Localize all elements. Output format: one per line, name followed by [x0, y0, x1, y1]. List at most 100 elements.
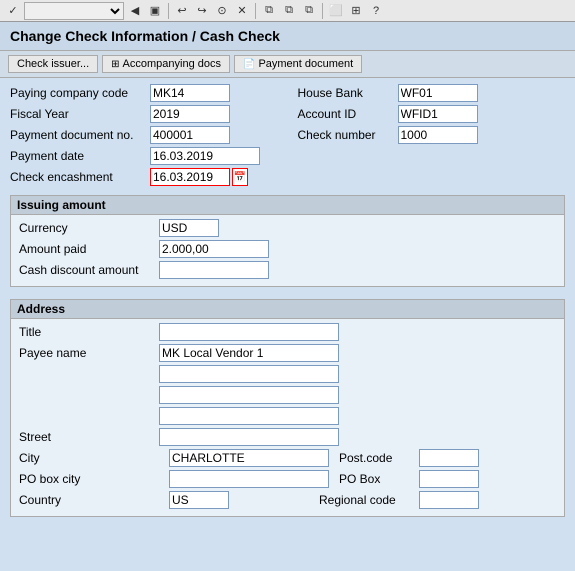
house-bank-row: House Bank [298, 84, 566, 102]
paste-icon[interactable]: ⧉ [280, 2, 298, 20]
accompanying-docs-button[interactable]: ⊞ Accompanying docs [102, 55, 230, 73]
right-form: House Bank Account ID Check number [298, 84, 566, 189]
check-encashment-label: Check encashment [10, 170, 150, 184]
page-title: Change Check Information / Cash Check [0, 22, 575, 51]
check-number-row: Check number [298, 126, 566, 144]
postcode-input[interactable] [419, 449, 479, 467]
cash-discount-input[interactable] [159, 261, 269, 279]
payee-line2-input[interactable] [159, 365, 339, 383]
main-content: Paying company code Fiscal Year Payment … [0, 78, 575, 523]
back-icon[interactable]: ◀ [126, 2, 144, 20]
country-input[interactable] [169, 491, 229, 509]
accompanying-docs-label: Accompanying docs [123, 58, 221, 70]
city-input[interactable] [169, 449, 329, 467]
payment-document-label: Payment document [258, 58, 353, 70]
issuing-amount-title: Issuing amount [11, 196, 564, 215]
payee-line2-row [19, 365, 556, 383]
address-content: Title Payee name Street [11, 319, 564, 516]
pobox-input[interactable] [419, 470, 479, 488]
address-title: Address [11, 300, 564, 319]
country-row: Country Regional code [19, 491, 556, 509]
redo-icon[interactable]: ↪ [193, 2, 211, 20]
payment-date-input[interactable] [150, 147, 260, 165]
help-icon[interactable]: ? [367, 2, 385, 20]
separator2 [255, 3, 256, 19]
account-id-label: Account ID [298, 107, 398, 121]
checkmark-icon[interactable]: ✓ [4, 2, 22, 20]
check-encashment-input[interactable] [150, 168, 230, 186]
check-encashment-row: Check encashment 📅 [10, 168, 278, 186]
check-issuer-button[interactable]: Check issuer... [8, 55, 98, 73]
print-icon[interactable]: ⬜ [327, 2, 345, 20]
payment-doc-no-label: Payment document no. [10, 128, 150, 142]
check-number-label: Check number [298, 128, 398, 142]
account-id-input[interactable] [398, 105, 478, 123]
dropdown-select[interactable] [24, 2, 124, 20]
payment-doc-no-input[interactable] [150, 126, 230, 144]
pobox-city-input[interactable] [169, 470, 329, 488]
amount-paid-row: Amount paid [19, 240, 556, 258]
fiscal-year-input[interactable] [150, 105, 230, 123]
check-issuer-label: Check issuer... [17, 58, 89, 70]
payee-name-input[interactable] [159, 344, 339, 362]
x-icon[interactable]: ✕ [233, 2, 251, 20]
button-bar: Check issuer... ⊞ Accompanying docs 📄 Pa… [0, 51, 575, 78]
payment-document-button[interactable]: 📄 Payment document [234, 55, 362, 73]
street-input[interactable] [159, 428, 339, 446]
payment-doc-no-row: Payment document no. [10, 126, 278, 144]
payee-name-row: Payee name [19, 344, 556, 362]
fiscal-year-label: Fiscal Year [10, 107, 150, 121]
top-form: Paying company code Fiscal Year Payment … [10, 84, 565, 189]
payee-name-label: Payee name [19, 346, 159, 360]
grid-icon[interactable]: ⊞ [347, 2, 365, 20]
title-field-label: Title [19, 325, 159, 339]
address-section: Address Title Payee name [10, 299, 565, 517]
check-number-input[interactable] [398, 126, 478, 144]
issuing-amount-content: Currency Amount paid Cash discount amoun… [11, 215, 564, 286]
undo-icon[interactable]: ↩ [173, 2, 191, 20]
regional-code-input[interactable] [419, 491, 479, 509]
issuing-amount-section: Issuing amount Currency Amount paid Cash… [10, 195, 565, 287]
paying-company-code-label: Paying company code [10, 86, 150, 100]
separator3 [322, 3, 323, 19]
payment-date-row: Payment date [10, 147, 278, 165]
payee-line3-row [19, 386, 556, 404]
city-label: City [19, 451, 159, 465]
left-form: Paying company code Fiscal Year Payment … [10, 84, 278, 189]
cash-discount-label: Cash discount amount [19, 263, 159, 277]
calendar-button[interactable]: 📅 [232, 168, 248, 186]
house-bank-label: House Bank [298, 86, 398, 100]
amount-paid-input[interactable] [159, 240, 269, 258]
pobox-city-label: PO box city [19, 472, 159, 486]
street-row: Street [19, 428, 556, 446]
street-label: Street [19, 430, 159, 444]
currency-label: Currency [19, 221, 159, 235]
title-input[interactable] [159, 323, 339, 341]
cash-discount-row: Cash discount amount [19, 261, 556, 279]
pobox-label: PO Box [339, 472, 409, 486]
table-icon: ⊞ [111, 59, 119, 70]
regional-code-label: Regional code [319, 493, 409, 507]
payment-date-label: Payment date [10, 149, 150, 163]
payee-line4-input[interactable] [159, 407, 339, 425]
payee-line3-input[interactable] [159, 386, 339, 404]
find-icon[interactable]: ⧉ [300, 2, 318, 20]
toolbar: ✓ ◀ ▣ ↩ ↪ ⊙ ✕ ⧉ ⧉ ⧉ ⬜ ⊞ ? [0, 0, 575, 22]
circle-icon[interactable]: ⊙ [213, 2, 231, 20]
currency-input[interactable] [159, 219, 219, 237]
doc-icon: 📄 [243, 59, 255, 70]
city-postcode-row: City Post.code [19, 449, 556, 467]
paying-company-code-input[interactable] [150, 84, 230, 102]
paying-company-code-row: Paying company code [10, 84, 278, 102]
country-label: Country [19, 493, 159, 507]
pobox-city-row: PO box city PO Box [19, 470, 556, 488]
house-bank-input[interactable] [398, 84, 478, 102]
copy-icon[interactable]: ⧉ [260, 2, 278, 20]
separator [168, 3, 169, 19]
title-row: Title [19, 323, 556, 341]
account-id-row: Account ID [298, 105, 566, 123]
payee-line4-row [19, 407, 556, 425]
currency-row: Currency [19, 219, 556, 237]
amount-paid-label: Amount paid [19, 242, 159, 256]
page-icon[interactable]: ▣ [146, 2, 164, 20]
